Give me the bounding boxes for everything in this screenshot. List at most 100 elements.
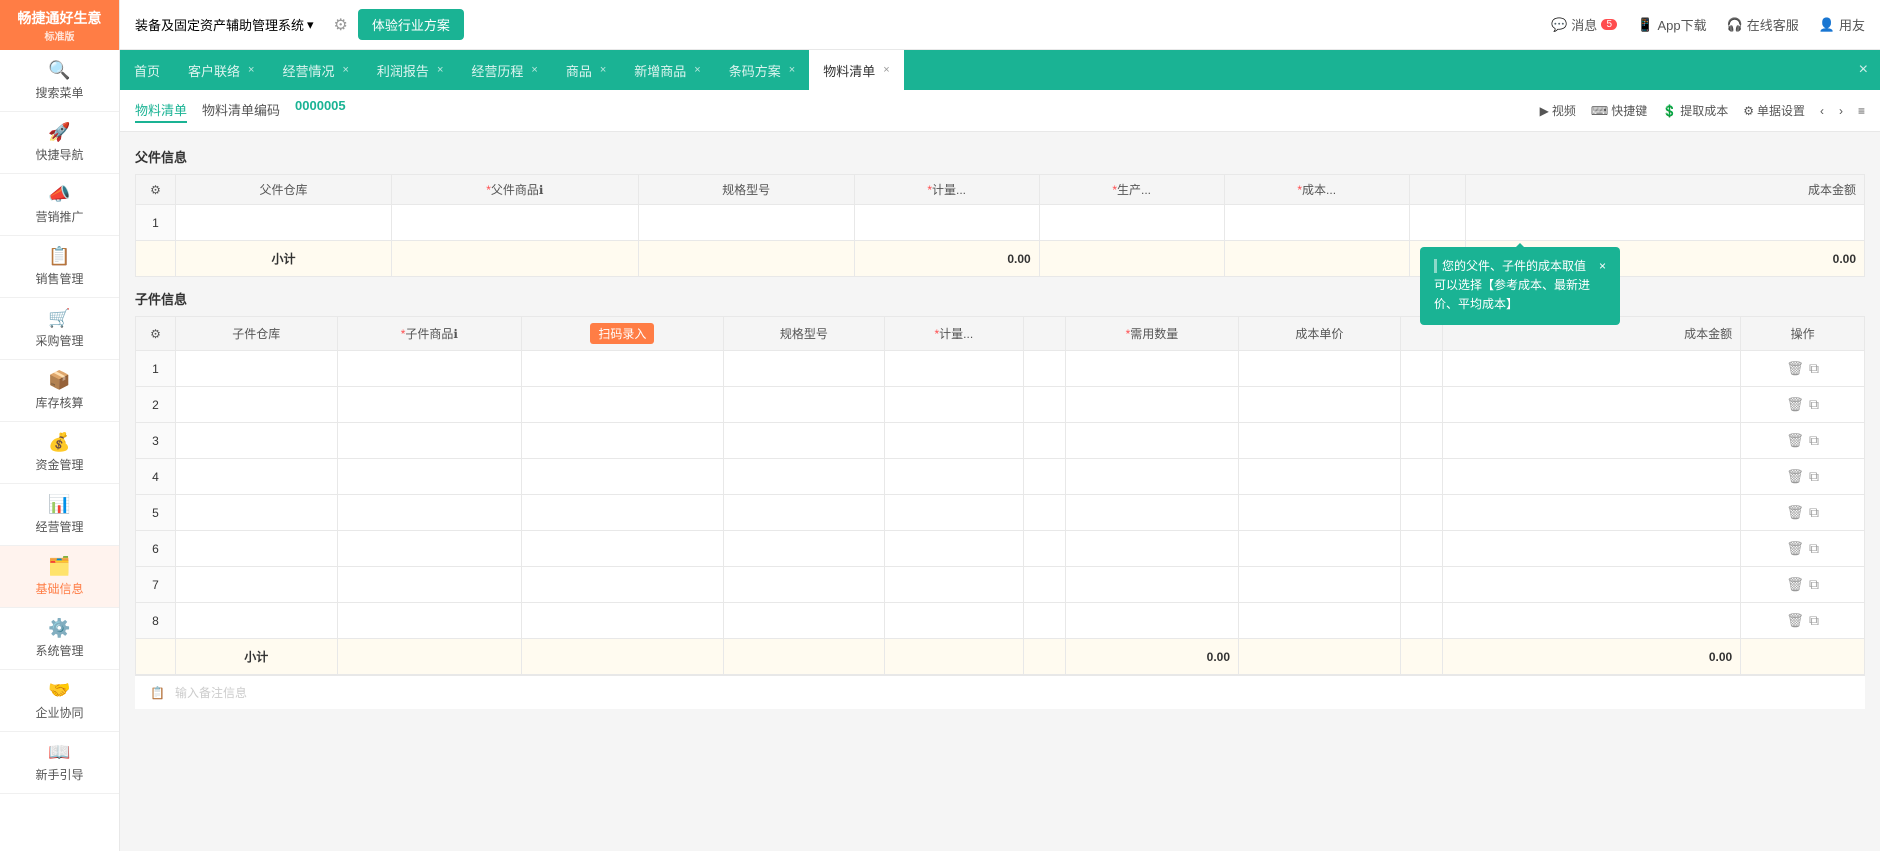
child-row-3-warehouse[interactable] [176,423,338,459]
parent-row-1-warehouse[interactable] [176,205,392,241]
sidebar-item-sales[interactable]: 📋 销售管理 [0,236,119,298]
child-row-6-goods[interactable] [337,531,522,567]
tab-new-goods-close[interactable]: × [694,64,700,76]
child-row-2-warehouse[interactable] [176,387,338,423]
copy-icon[interactable]: ⧉ [1809,432,1819,449]
sidebar-item-nav[interactable]: 🚀 快捷导航 [0,112,119,174]
app-download-item[interactable]: 📱 App下载 [1637,15,1706,34]
sidebar-item-guide[interactable]: 📖 新手引导 [0,732,119,794]
child-row-5-qty[interactable] [1065,495,1238,531]
sidebar-item-operation[interactable]: 📊 经营管理 [0,484,119,546]
sidebar-item-finance[interactable]: 💰 资金管理 [0,422,119,484]
settings-icon[interactable]: ⚙ [334,15,348,35]
tab-home[interactable]: 首页 [120,50,174,90]
child-row-8-goods[interactable] [337,603,522,639]
delete-icon[interactable]: 🗑 [1786,360,1804,377]
sub-tab-bom-code-label[interactable]: 物料清单编码 [202,98,280,123]
child-row-5-goods[interactable] [337,495,522,531]
child-row-4-unit[interactable] [885,459,1023,495]
cost-btn[interactable]: 💲 提取成本 [1662,102,1728,119]
tab-history-close[interactable]: × [531,64,537,76]
child-row-6-warehouse[interactable] [176,531,338,567]
notes-text[interactable]: 输入备注信息 [175,684,247,701]
delete-icon[interactable]: 🗑 [1786,468,1804,485]
delete-icon[interactable]: 🗑 [1786,432,1804,449]
child-row-8-spec[interactable] [723,603,885,639]
tab-customer[interactable]: 客户联络 × [174,50,268,90]
sidebar-item-search[interactable]: 🔍 搜索菜单 [0,50,119,112]
child-row-1-warehouse[interactable] [176,351,338,387]
copy-icon[interactable]: ⧉ [1809,576,1819,593]
scan-btn[interactable]: 扫码录入 [590,323,654,344]
sidebar-item-basic[interactable]: 🗂️ 基础信息 [0,546,119,608]
child-row-4-warehouse[interactable] [176,459,338,495]
tab-profit[interactable]: 利润报告 × [363,50,457,90]
child-row-7-qty[interactable] [1065,567,1238,603]
child-row-5-unit[interactable] [885,495,1023,531]
experience-btn[interactable]: 体验行业方案 [358,9,464,40]
list-view-btn[interactable]: ≡ [1858,104,1865,118]
child-row-4-goods[interactable] [337,459,522,495]
child-row-1-qty[interactable] [1065,351,1238,387]
child-row-5-warehouse[interactable] [176,495,338,531]
sidebar-item-system[interactable]: ⚙️ 系统管理 [0,608,119,670]
child-row-7-goods[interactable] [337,567,522,603]
tab-bom-close[interactable]: × [883,64,889,76]
tab-customer-close[interactable]: × [248,64,254,76]
delete-icon[interactable]: 🗑 [1786,612,1804,629]
child-row-5-unit-cost[interactable] [1239,495,1401,531]
copy-icon[interactable]: ⧉ [1809,360,1819,377]
child-row-4-spec[interactable] [723,459,885,495]
child-row-2-spec[interactable] [723,387,885,423]
delete-icon[interactable]: 🗑 [1786,396,1804,413]
tab-goods-close[interactable]: × [600,64,606,76]
tab-new-goods[interactable]: 新增商品 × [620,50,714,90]
child-row-7-spec[interactable] [723,567,885,603]
child-row-1-unit[interactable] [885,351,1023,387]
child-row-3-spec[interactable] [723,423,885,459]
tab-barcode-close[interactable]: × [789,64,795,76]
child-row-2-unit-cost[interactable] [1239,387,1401,423]
child-row-8-qty[interactable] [1065,603,1238,639]
child-row-1-unit-cost[interactable] [1239,351,1401,387]
sidebar-item-enterprise[interactable]: 🤝 企业协同 [0,670,119,732]
child-row-3-goods[interactable] [337,423,522,459]
sidebar-item-marketing[interactable]: 📣 营销推广 [0,174,119,236]
tab-operation-status[interactable]: 经营情况 × [268,50,362,90]
tab-profit-close[interactable]: × [437,64,443,76]
tab-barcode[interactable]: 条码方案 × [715,50,809,90]
prev-btn[interactable]: ‹ [1820,104,1824,118]
parent-row-1-cost[interactable] [1224,205,1409,241]
copy-icon[interactable]: ⧉ [1809,396,1819,413]
copy-icon[interactable]: ⧉ [1809,612,1819,629]
child-row-1-goods[interactable] [337,351,522,387]
child-row-8-warehouse[interactable] [176,603,338,639]
copy-icon[interactable]: ⧉ [1809,540,1819,557]
child-row-2-qty[interactable] [1065,387,1238,423]
single-settings-btn[interactable]: ⚙ 单据设置 [1743,102,1805,119]
child-row-3-unit[interactable] [885,423,1023,459]
delete-icon[interactable]: 🗑 [1786,504,1804,521]
child-row-3-qty[interactable] [1065,423,1238,459]
delete-icon[interactable]: 🗑 [1786,540,1804,557]
parent-row-1-spec[interactable] [638,205,854,241]
child-row-5-spec[interactable] [723,495,885,531]
child-row-8-unit-cost[interactable] [1239,603,1401,639]
tooltip-close-btn[interactable]: × [1599,257,1606,276]
child-row-6-spec[interactable] [723,531,885,567]
child-row-1-spec[interactable] [723,351,885,387]
child-row-4-qty[interactable] [1065,459,1238,495]
child-row-2-unit[interactable] [885,387,1023,423]
child-row-6-unit-cost[interactable] [1239,531,1401,567]
delete-icon[interactable]: 🗑 [1786,576,1804,593]
child-row-2-goods[interactable] [337,387,522,423]
system-title-dropdown[interactable]: 装备及固定资产辅助管理系统 ▾ [135,15,314,34]
child-row-6-qty[interactable] [1065,531,1238,567]
child-row-7-unit[interactable] [885,567,1023,603]
sidebar-item-purchase[interactable]: 🛒 采购管理 [0,298,119,360]
user-item[interactable]: 👤 用友 [1819,15,1865,34]
child-row-7-unit-cost[interactable] [1239,567,1401,603]
message-item[interactable]: 💬 消息 5 [1551,15,1617,34]
online-service-item[interactable]: 🎧 在线客服 [1727,15,1799,34]
copy-icon[interactable]: ⧉ [1809,468,1819,485]
